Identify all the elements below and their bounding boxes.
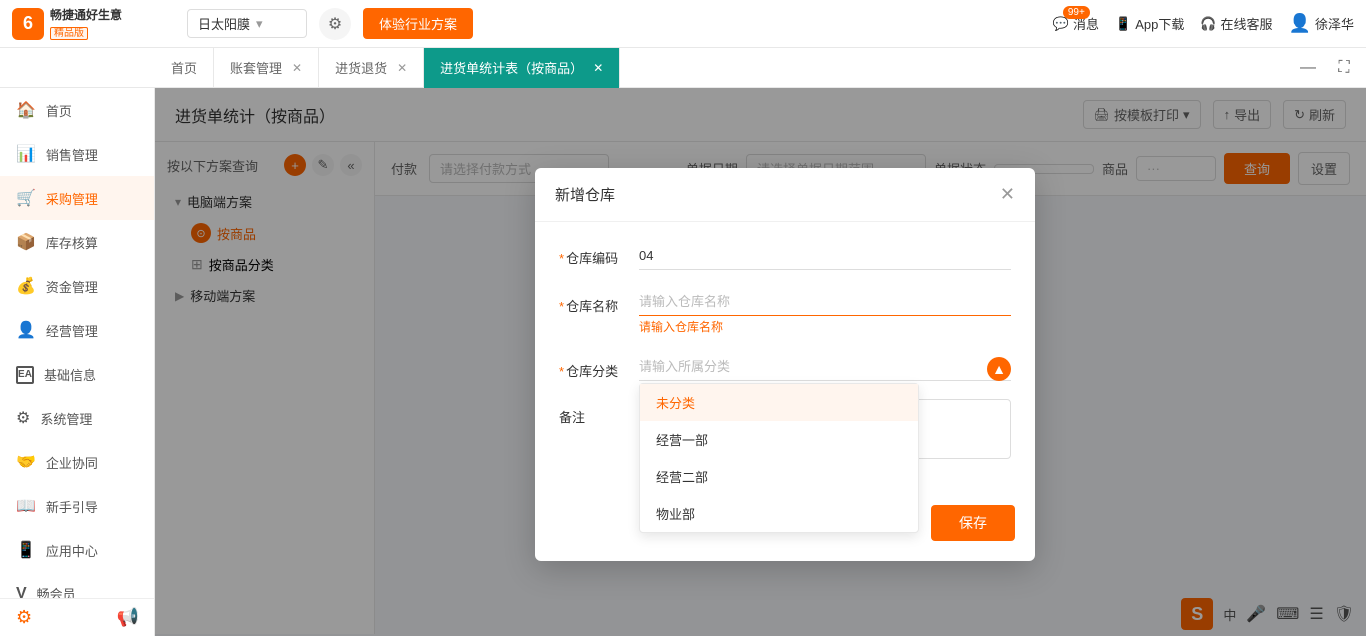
tab-close-purchase-return[interactable]: ✕ [397,61,407,75]
online-service-button[interactable]: 🎧 在线客服 [1200,14,1272,33]
sidebar-item-basics[interactable]: EA 基础信息 [0,352,154,396]
code-input[interactable] [639,242,1011,270]
header-right: 💬 消息 99+ 📱 App下载 🎧 在线客服 👤 徐泽华 [1053,13,1354,34]
sidebar-item-apps[interactable]: 📱 应用中心 [0,528,154,572]
tab-accounts[interactable]: 账套管理 ✕ [214,48,319,88]
category-dropdown-toggle[interactable]: ▲ [987,357,1011,381]
trial-button[interactable]: 体验行业方案 [363,8,473,39]
add-warehouse-modal: 新增仓库 ✕ 仓库编码 仓库名称 请输入仓库名称 [535,168,1035,561]
code-label: 仓库编码 [559,242,639,267]
dropdown-item-ops2[interactable]: 经营二部 [640,458,918,495]
apps-icon: 📱 [16,540,36,560]
tab-purchase-stats[interactable]: 进货单统计表（按商品） ✕ [424,48,620,88]
header-center: 日太阳膜 ▾ ⚙ 体验行业方案 [167,8,1053,40]
headset-icon: 🎧 [1200,16,1216,32]
content-area: 进货单统计（按商品） 🖨 按模板打印 ▾ ↑ 导出 ↻ 刷新 [155,88,1366,636]
home-icon: 🏠 [16,100,36,120]
logo-area: 6 畅捷通好生意 精品版 [12,6,167,41]
basics-icon: EA [16,364,34,384]
save-button[interactable]: 保存 [931,505,1015,541]
tabs-expand-button[interactable]: ⛶ [1330,54,1358,82]
remark-label: 备注 [559,399,639,426]
sales-icon: 📊 [16,144,36,164]
dropdown-item-uncategorized[interactable]: 未分类 [640,384,918,421]
category-field-wrap: ▲ 未分类 经营一部 经营二部 物业部 [639,353,1011,381]
tab-close-purchase-stats[interactable]: ✕ [593,61,603,75]
sidebar-item-home[interactable]: 🏠 首页 [0,88,154,132]
tabs-end: — ⛶ [1294,54,1366,82]
modal-body: 仓库编码 仓库名称 请输入仓库名称 仓库分类 ▲ [535,222,1035,493]
modal-header: 新增仓库 ✕ [535,168,1035,222]
sidebar-item-finance[interactable]: 💰 资金管理 [0,264,154,308]
sidebar-item-enterprise[interactable]: 🤝 企业协同 [0,440,154,484]
dropdown-item-property[interactable]: 物业部 [640,495,918,532]
tab-purchase-return[interactable]: 进货退货 ✕ [319,48,424,88]
notification-button[interactable]: 💬 消息 99+ [1053,14,1099,33]
finance-icon: 💰 [16,276,36,296]
name-input[interactable] [639,288,1011,316]
user-menu[interactable]: 👤 徐泽华 [1289,13,1354,34]
logo-icon: 6 [12,8,44,40]
phone-icon: 📱 [1115,16,1131,32]
tab-home[interactable]: 首页 [155,48,214,88]
form-row-category: 仓库分类 ▲ 未分类 经营一部 经营二部 物业部 [559,353,1011,381]
category-label: 仓库分类 [559,355,639,380]
sidebar-item-system[interactable]: ⚙ 系统管理 [0,396,154,440]
category-input[interactable] [639,353,1011,381]
sidebar-item-sales[interactable]: 📊 销售管理 [0,132,154,176]
store-selector[interactable]: 日太阳膜 ▾ [187,9,307,38]
tab-close-accounts[interactable]: ✕ [292,61,302,75]
top-header: 6 畅捷通好生意 精品版 日太阳膜 ▾ ⚙ 体验行业方案 💬 消息 99+ 📱 … [0,0,1366,48]
form-row-name: 仓库名称 请输入仓库名称 [559,288,1011,335]
logo-text: 畅捷通好生意 精品版 [50,6,122,41]
form-row-code: 仓库编码 [559,242,1011,270]
main-layout: 🏠 首页 📊 销售管理 🛒 采购管理 📦 库存核算 💰 资金管理 👤 经营管理 … [0,88,1366,636]
name-label: 仓库名称 [559,290,639,315]
category-dropdown: 未分类 经营一部 经营二部 物业部 [639,383,919,533]
inventory-icon: 📦 [16,232,36,252]
tabs-minimize-button[interactable]: — [1294,54,1322,82]
modal-close-button[interactable]: ✕ [1000,184,1015,205]
sidebar-item-guide[interactable]: 📖 新手引导 [0,484,154,528]
settings-button[interactable]: ⚙ [319,8,351,40]
tabs-row: 首页 账套管理 ✕ 进货退货 ✕ 进货单统计表（按商品） ✕ — ⛶ [0,48,1366,88]
dropdown-item-ops1[interactable]: 经营一部 [640,421,918,458]
sidebar-item-purchase[interactable]: 🛒 采购管理 [0,176,154,220]
sidebar-item-operations[interactable]: 👤 经营管理 [0,308,154,352]
chevron-down-icon: ▾ [256,16,263,32]
settings-bottom-icon[interactable]: ⚙ [16,607,32,628]
modal-title: 新增仓库 [555,184,615,205]
operations-icon: 👤 [16,320,36,340]
app-download-button[interactable]: 📱 App下载 [1115,14,1184,33]
speaker-icon[interactable]: 📢 [117,607,139,628]
sidebar: 🏠 首页 📊 销售管理 🛒 采购管理 📦 库存核算 💰 资金管理 👤 经营管理 … [0,88,155,636]
enterprise-icon: 🤝 [16,452,36,472]
avatar-icon: 👤 [1289,13,1311,34]
guide-icon: 📖 [16,496,36,516]
purchase-icon: 🛒 [16,188,36,208]
name-error-msg: 请输入仓库名称 [639,318,723,335]
system-icon: ⚙ [16,408,30,428]
sidebar-item-inventory[interactable]: 📦 库存核算 [0,220,154,264]
